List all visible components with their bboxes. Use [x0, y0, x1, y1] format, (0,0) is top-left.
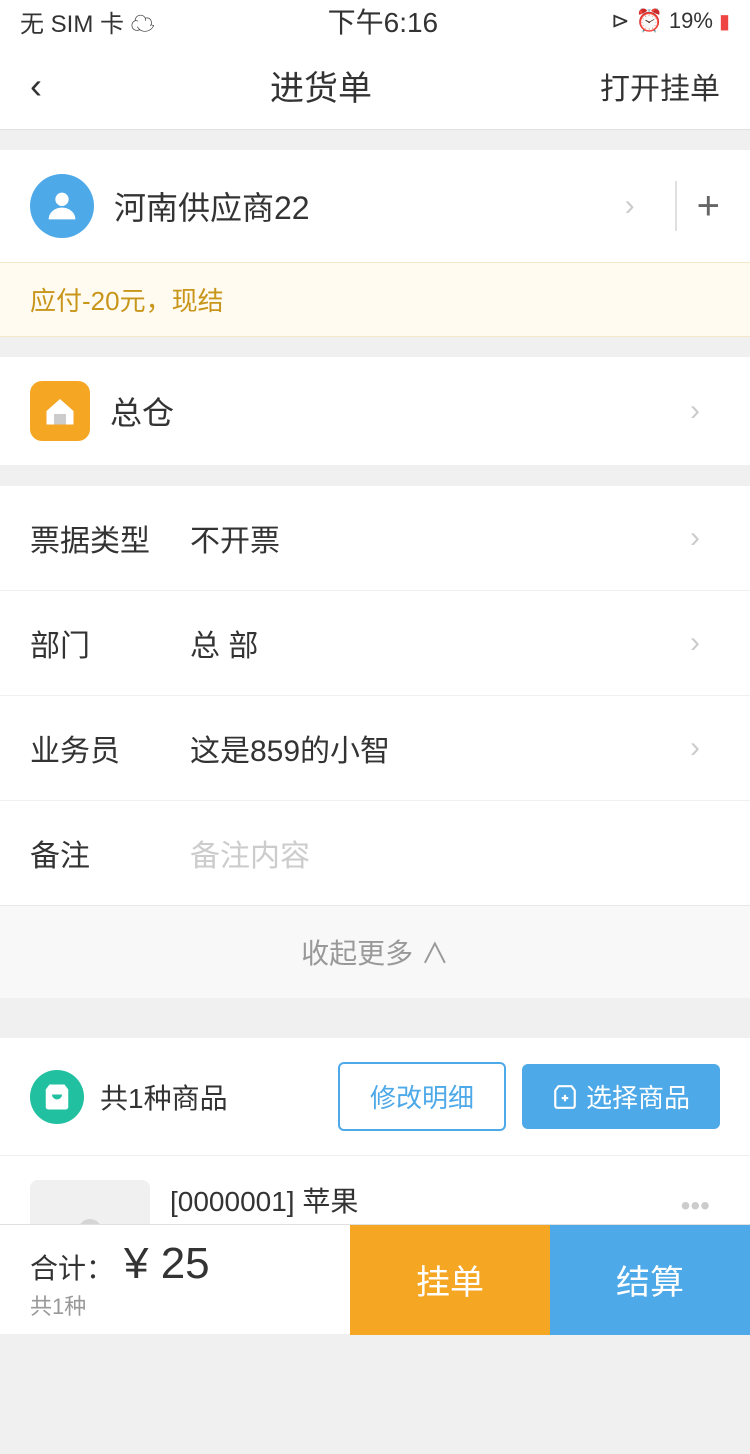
select-product-button[interactable]: 选择商品	[522, 1064, 720, 1129]
warehouse-chevron-icon: ›	[690, 394, 700, 428]
status-bar: 无 SIM 卡 ☁ 下午6:16 ⊳ ⏰ 19% ▮	[0, 0, 750, 42]
total-sub: 共1种	[30, 1289, 320, 1321]
sales-row[interactable]: 业务员 这是859的小智 ›	[0, 695, 750, 800]
alarm-icon: ⏰	[636, 8, 663, 34]
invoice-value: 不开票	[190, 516, 690, 560]
note-row[interactable]: 备注 备注内容	[0, 800, 750, 905]
sales-label: 业务员	[30, 726, 190, 770]
page-title: 进货单	[270, 61, 372, 110]
alert-banner: 应付-20元，现结	[0, 262, 750, 337]
product-count: 共1种商品	[100, 1077, 338, 1117]
total-label: 合计：	[30, 1247, 114, 1287]
sales-value: 这是859的小智	[190, 726, 690, 770]
checkout-button[interactable]: 结算	[550, 1225, 750, 1335]
add-supplier-button[interactable]: +	[697, 186, 720, 226]
warehouse-name: 总仓	[110, 388, 690, 434]
note-input[interactable]: 备注内容	[190, 831, 720, 875]
supplier-divider	[675, 181, 677, 231]
user-icon	[42, 186, 82, 226]
invoice-chevron-icon: ›	[690, 521, 700, 555]
product-title-name: 苹果	[302, 1186, 358, 1217]
dept-row[interactable]: 部门 总 部 ›	[0, 590, 750, 695]
battery-level: 19%	[669, 8, 713, 34]
warehouse-icon	[30, 381, 90, 441]
bottom-total: 合计： ¥ 25 共1种	[0, 1239, 350, 1321]
total-amount: ¥ 25	[124, 1239, 210, 1289]
supplier-name: 河南供应商22	[114, 183, 625, 229]
hang-button[interactable]: 挂单	[350, 1225, 550, 1335]
collapse-button[interactable]: 收起更多 ∧	[0, 905, 750, 998]
nav-bar: ‹ 进货单 打开挂单	[0, 42, 750, 130]
divider-1	[0, 337, 750, 357]
product-header: 共1种商品 修改明细 选择商品	[0, 1038, 750, 1156]
divider-2	[0, 465, 750, 485]
supplier-section: 河南供应商22 › + 应付-20元，现结	[0, 150, 750, 337]
bottom-bar: 合计： ¥ 25 共1种 挂单 结算	[0, 1224, 750, 1334]
total-count: 共1种	[30, 1294, 86, 1319]
sim-status: 无 SIM 卡 ☁	[20, 4, 155, 39]
product-id: [0000001]	[170, 1186, 295, 1217]
product-name: [0000001] 苹果	[170, 1180, 671, 1220]
location-icon: ⊳	[611, 8, 629, 34]
invoice-label: 票据类型	[30, 516, 190, 560]
cart-plus-icon	[552, 1084, 578, 1110]
dept-value: 总 部	[190, 621, 690, 665]
back-button[interactable]: ‹	[30, 65, 42, 107]
divider-3	[0, 998, 750, 1018]
status-left: 无 SIM 卡 ☁	[20, 4, 155, 39]
sales-chevron-icon: ›	[690, 731, 700, 765]
supplier-avatar	[30, 174, 94, 238]
open-hang-button[interactable]: 打开挂单	[600, 64, 720, 108]
edit-detail-button[interactable]: 修改明细	[338, 1062, 506, 1131]
home-icon	[42, 393, 78, 429]
shopping-icon	[42, 1082, 72, 1112]
warehouse-section: 总仓 ›	[0, 357, 750, 465]
note-label: 备注	[30, 831, 190, 875]
total-row: 合计： ¥ 25	[30, 1239, 320, 1289]
bottom-spacer	[0, 1324, 750, 1454]
dept-label: 部门	[30, 621, 190, 665]
invoice-row[interactable]: 票据类型 不开票 ›	[0, 485, 750, 590]
warehouse-row[interactable]: 总仓 ›	[0, 357, 750, 465]
status-time: 下午6:16	[328, 1, 439, 41]
battery-icon: ▮	[719, 9, 730, 34]
select-product-label: 选择商品	[586, 1078, 690, 1115]
status-right: ⊳ ⏰ 19% ▮	[611, 8, 730, 34]
supplier-row[interactable]: 河南供应商22 › +	[0, 150, 750, 262]
dept-chevron-icon: ›	[690, 626, 700, 660]
product-section-icon	[30, 1070, 84, 1124]
top-divider	[0, 130, 750, 150]
supplier-chevron-icon: ›	[625, 189, 635, 223]
fields-section: 票据类型 不开票 › 部门 总 部 › 业务员 这是859的小智 › 备注 备注…	[0, 485, 750, 998]
